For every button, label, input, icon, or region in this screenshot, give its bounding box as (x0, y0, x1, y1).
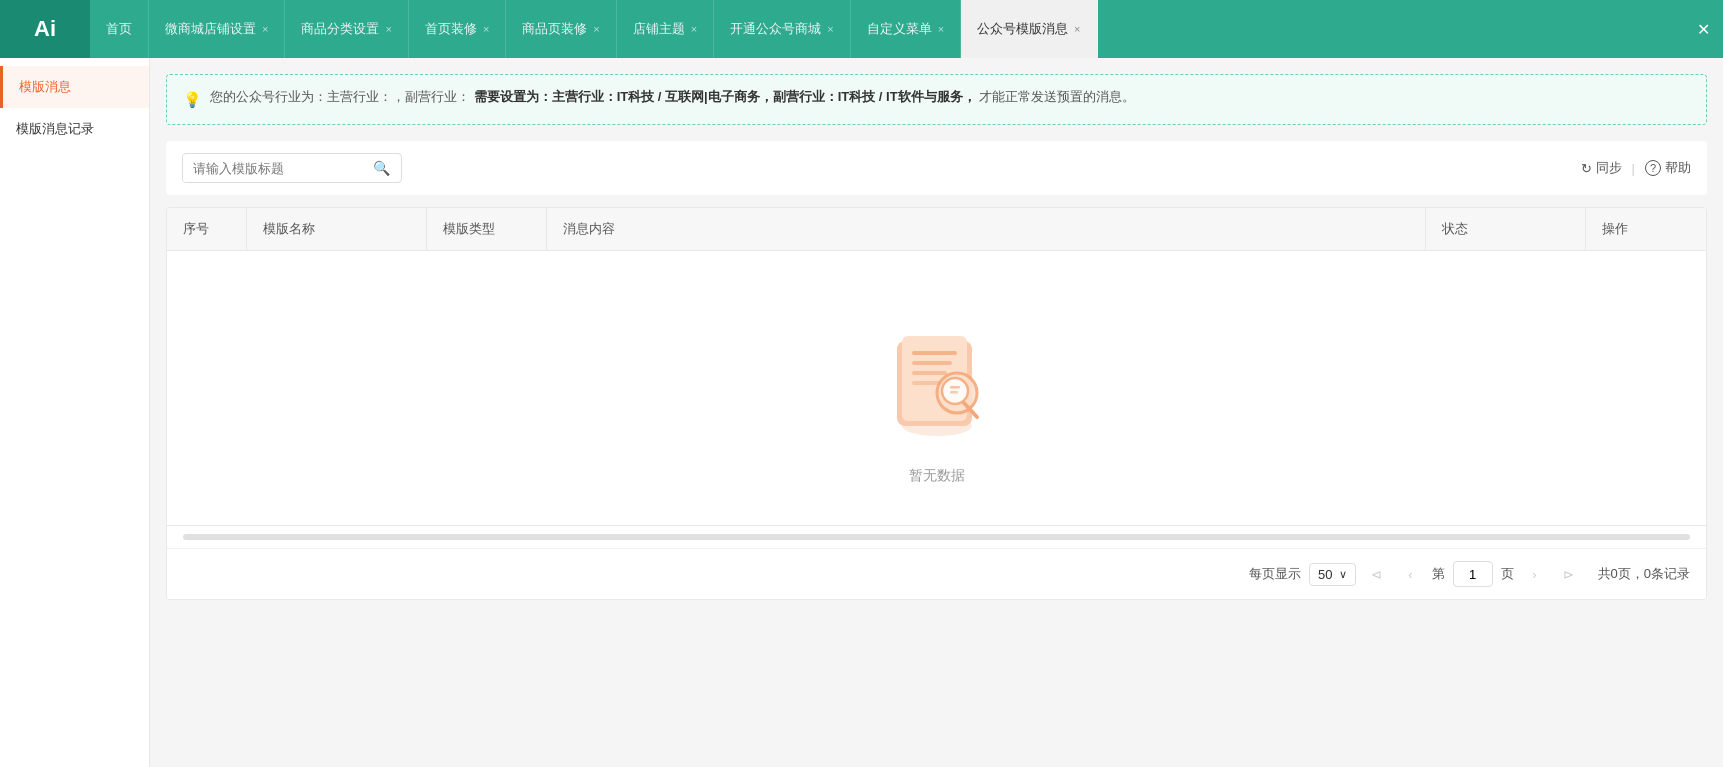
sidebar-item-template-msg[interactable]: 模版消息 (0, 66, 149, 108)
search-area: 🔍 ↻ 同步 | ? 帮助 (166, 141, 1707, 195)
top-nav: Ai 首页微商城店铺设置 ×商品分类设置 ×首页装修 ×商品页装修 ×店铺主题 … (0, 0, 1723, 58)
scrollbar-track[interactable] (183, 534, 1690, 540)
nav-tab-store-theme[interactable]: 店铺主题 × (617, 0, 714, 58)
col-content: 消息内容 (547, 208, 1426, 250)
help-button[interactable]: ? 帮助 (1645, 159, 1691, 177)
sidebar-item-template-msg-record[interactable]: 模版消息记录 (0, 108, 149, 150)
notice-suffix: 才能正常发送预置的消息。 (979, 89, 1135, 104)
next-page-button[interactable]: › (1522, 561, 1548, 587)
col-status: 状态 (1426, 208, 1586, 250)
sync-icon: ↻ (1581, 161, 1592, 176)
nav-tab-homepage-decor[interactable]: 首页装修 × (409, 0, 506, 58)
close-tab-icon[interactable]: × (827, 23, 833, 35)
search-left: 🔍 (182, 153, 402, 183)
close-tab-icon[interactable]: × (483, 23, 489, 35)
total-label: 共0页，0条记录 (1598, 565, 1690, 583)
prev-page-button[interactable]: ‹ (1398, 561, 1424, 587)
nav-tabs: 首页微商城店铺设置 ×商品分类设置 ×首页装修 ×商品页装修 ×店铺主题 ×开通… (90, 0, 1683, 58)
close-tab-icon[interactable]: × (385, 23, 391, 35)
empty-text: 暂无数据 (909, 467, 965, 485)
close-tab-icon[interactable]: × (691, 23, 697, 35)
col-name: 模版名称 (247, 208, 427, 250)
sync-button[interactable]: ↻ 同步 (1581, 159, 1622, 177)
nav-tab-product-category[interactable]: 商品分类设置 × (285, 0, 408, 58)
notice-prefix: 您的公众号行业为：主营行业：，副营行业： (210, 89, 470, 104)
main-layout: 模版消息 模版消息记录 💡 您的公众号行业为：主营行业：，副营行业： 需要设置为… (0, 58, 1723, 767)
svg-rect-4 (912, 361, 952, 365)
svg-rect-5 (912, 371, 947, 375)
close-tab-icon[interactable]: × (593, 23, 599, 35)
notice-box: 💡 您的公众号行业为：主营行业：，副营行业： 需要设置为：主营行业：IT科技 /… (166, 74, 1707, 125)
page-size-label: 每页显示 (1249, 565, 1301, 583)
search-button[interactable]: 🔍 (363, 154, 400, 182)
page-label-ye: 页 (1501, 565, 1514, 583)
nav-tab-open-mall[interactable]: 开通公众号商城 × (714, 0, 850, 58)
notice-icon: 💡 (183, 88, 202, 112)
help-label: 帮助 (1665, 159, 1691, 177)
col-type: 模版类型 (427, 208, 547, 250)
scrollbar-wrap (167, 525, 1706, 548)
notice-highlight: 需要设置为：主营行业：IT科技 / 互联网|电子商务，副营行业：IT科技 / I… (474, 89, 976, 104)
col-action: 操作 (1586, 208, 1706, 250)
sync-label: 同步 (1596, 159, 1622, 177)
close-tab-icon[interactable]: × (938, 23, 944, 35)
last-page-button[interactable]: ⊳ (1556, 561, 1582, 587)
chevron-down-icon: ∨ (1339, 568, 1347, 581)
nav-tab-product-page-decor[interactable]: 商品页装修 × (506, 0, 616, 58)
svg-rect-11 (950, 391, 958, 394)
nav-tab-custom-menu[interactable]: 自定义菜单 × (851, 0, 961, 58)
sidebar: 模版消息 模版消息记录 (0, 58, 150, 767)
close-all-button[interactable]: ✕ (1683, 0, 1723, 58)
close-tab-icon[interactable]: × (262, 23, 268, 35)
pagination: 每页显示 50 ∨ ⊲ ‹ 第 页 › ⊳ 共0页，0条记录 (167, 548, 1706, 599)
close-tab-icon[interactable]: × (1074, 23, 1080, 35)
nav-tab-template-msg[interactable]: 公众号模版消息 × (961, 0, 1097, 58)
data-table: 序号 模版名称 模版类型 消息内容 状态 操作 (166, 207, 1707, 600)
empty-illustration (867, 311, 1007, 451)
content-area: 💡 您的公众号行业为：主营行业：，副营行业： 需要设置为：主营行业：IT科技 /… (150, 58, 1723, 767)
app-logo: Ai (0, 0, 90, 58)
svg-rect-3 (912, 351, 957, 355)
help-icon: ? (1645, 160, 1661, 176)
table-header: 序号 模版名称 模版类型 消息内容 状态 操作 (167, 208, 1706, 251)
search-input-wrap: 🔍 (182, 153, 402, 183)
svg-rect-10 (950, 386, 960, 389)
divider: | (1632, 161, 1635, 176)
page-size-select[interactable]: 50 ∨ (1309, 563, 1355, 586)
first-page-button[interactable]: ⊲ (1364, 561, 1390, 587)
nav-tab-micro-store[interactable]: 微商城店铺设置 × (149, 0, 285, 58)
empty-state: 暂无数据 (167, 251, 1706, 525)
page-label-di: 第 (1432, 565, 1445, 583)
col-seq: 序号 (167, 208, 247, 250)
nav-tab-home[interactable]: 首页 (90, 0, 149, 58)
search-input[interactable] (183, 155, 363, 182)
page-size-value: 50 (1318, 567, 1332, 582)
page-number-input[interactable] (1453, 561, 1493, 587)
search-right: ↻ 同步 | ? 帮助 (1581, 159, 1691, 177)
